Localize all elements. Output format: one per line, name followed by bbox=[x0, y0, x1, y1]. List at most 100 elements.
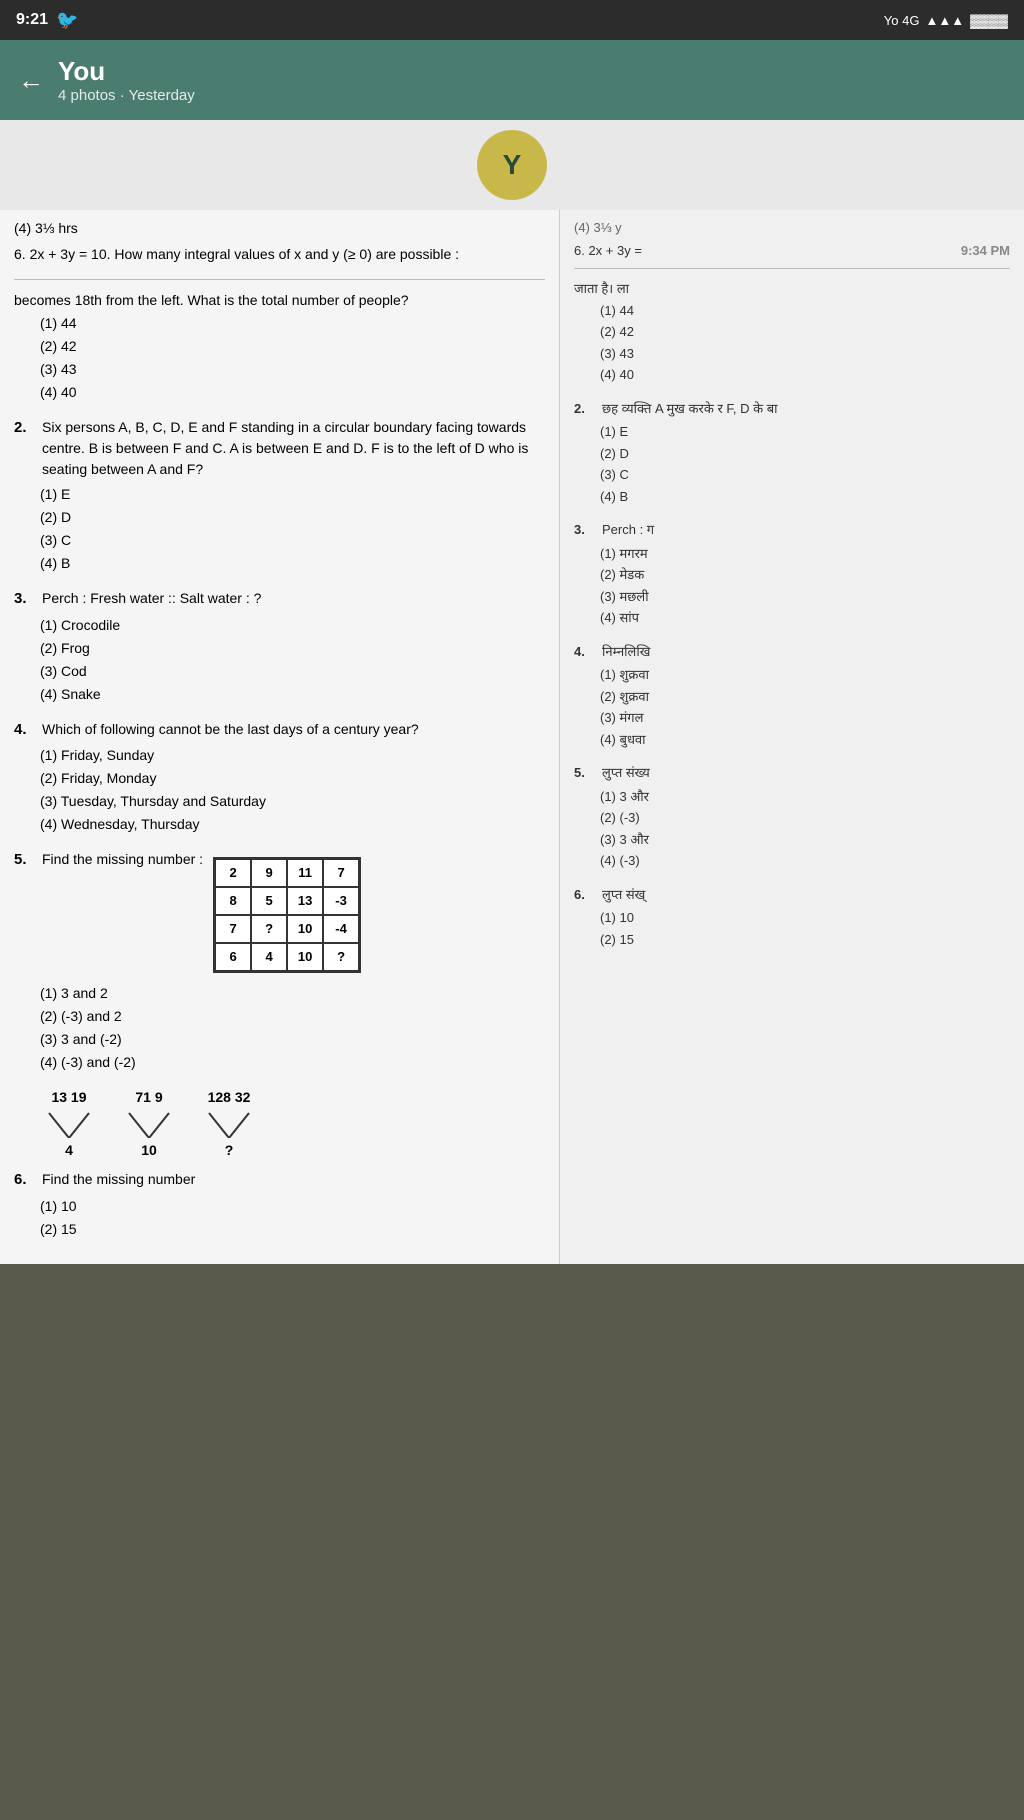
q6-right-row: 6. लुप्त संख् bbox=[574, 885, 1010, 905]
right-column: (4) 3⅓ y 6. 2x + 3y = 9:34 PM जाता है। ल… bbox=[560, 210, 1024, 1264]
avatar-row: Y bbox=[0, 120, 1024, 210]
grid-cell: 7 bbox=[323, 859, 359, 887]
q4-opt-3: (3) Tuesday, Thursday and Saturday bbox=[40, 791, 545, 812]
tree-branch bbox=[204, 1108, 254, 1138]
q5-r-opt-1: (1) 3 और bbox=[600, 787, 1010, 807]
q4-r-opt-3: (3) मंगल bbox=[600, 708, 1010, 728]
header-subtitle: 4 photos · Yesterday bbox=[58, 87, 195, 104]
q2-right-row: 2. छह व्यक्ति A मुख करके र F, D के बा bbox=[574, 399, 1010, 419]
q3-opt-1: (1) Crocodile bbox=[40, 615, 545, 636]
header-info: You 4 photos · Yesterday bbox=[58, 56, 195, 104]
q2-num: 2. bbox=[14, 417, 36, 480]
q5-r-opt-4: (4) (-3) bbox=[600, 851, 1010, 871]
q0-right: जाता है। ला (1) 44 (2) 42 (3) 43 (4) 40 bbox=[574, 279, 1010, 385]
answer-4-left: (4) 3⅓ hrs bbox=[14, 220, 78, 236]
q6-bottom-text: Find the missing number bbox=[42, 1169, 545, 1192]
q3-opt-2: (2) Frog bbox=[40, 638, 545, 659]
q3-opt-4: (4) Snake bbox=[40, 684, 545, 705]
question-0: becomes 18th from the left. What is the … bbox=[14, 290, 545, 403]
status-icons: Yo 4G ▲▲▲ ▓▓▓▓ bbox=[884, 13, 1008, 28]
main-content: (4) 3⅓ hrs 6. 2x + 3y = 10. How many int… bbox=[0, 210, 1024, 1264]
time-display: 9:21 bbox=[16, 11, 48, 29]
q4-right: 4. निम्नलिखि (1) शुक्रवा (2) शुक्रवा (3)… bbox=[574, 642, 1010, 750]
grid-cell: 6 bbox=[215, 943, 251, 971]
tree-branch bbox=[44, 1108, 94, 1138]
q6-bottom-num: 6. bbox=[14, 1169, 36, 1192]
question-3: 3. Perch : Fresh water :: Salt water : ?… bbox=[14, 588, 545, 705]
q3-r-opt-3: (3) मछली bbox=[600, 587, 1010, 607]
q2-right: 2. छह व्यक्ति A मुख करके र F, D के बा (1… bbox=[574, 399, 1010, 507]
q3-right-options: (1) मगरम (2) मेडक (3) मछली (4) सांप bbox=[600, 544, 1010, 628]
tree-base-number: 10 bbox=[141, 1140, 157, 1161]
q2-r-opt-3: (3) C bbox=[600, 465, 1010, 485]
grid-cell: 11 bbox=[287, 859, 323, 887]
q5-r-opt-2: (2) (-3) bbox=[600, 808, 1010, 828]
q5-opt-4: (4) (-3) and (-2) bbox=[40, 1052, 545, 1073]
q6-right: 6. लुप्त संख् (1) 10 (2) 15 bbox=[574, 885, 1010, 950]
grid-cell: ? bbox=[251, 915, 287, 943]
divider-1 bbox=[14, 279, 545, 280]
grid-cell: 10 bbox=[287, 943, 323, 971]
q2-opt-4: (4) B bbox=[40, 553, 545, 574]
q2-row: 2. Six persons A, B, C, D, E and F stand… bbox=[14, 417, 545, 480]
q4-num: 4. bbox=[14, 719, 36, 742]
q6-bottom-row: 6. Find the missing number bbox=[14, 1169, 545, 1192]
header-title: You bbox=[58, 56, 195, 87]
q3-r-opt-2: (2) मेडक bbox=[600, 565, 1010, 585]
grid-cell: 2 bbox=[215, 859, 251, 887]
q6-options: (1) 10 (2) 15 bbox=[40, 1196, 545, 1240]
q4-right-num: 4. bbox=[574, 642, 596, 662]
grid-cell: 4 bbox=[251, 943, 287, 971]
q2-text: Six persons A, B, C, D, E and F standing… bbox=[42, 417, 545, 480]
q0-options: (1) 44 (2) 42 (3) 43 (4) 40 bbox=[40, 313, 545, 403]
q4-right-row: 4. निम्नलिखि bbox=[574, 642, 1010, 662]
status-bar: 9:21 🐦 Yo 4G ▲▲▲ ▓▓▓▓ bbox=[0, 0, 1024, 40]
left-column: (4) 3⅓ hrs 6. 2x + 3y = 10. How many int… bbox=[0, 210, 560, 1264]
q2-opt-2: (2) D bbox=[40, 507, 545, 528]
q5-opt-2: (2) (-3) and 2 bbox=[40, 1006, 545, 1027]
header: ← You 4 photos · Yesterday bbox=[0, 40, 1024, 120]
q2-right-options: (1) E (2) D (3) C (4) B bbox=[600, 422, 1010, 506]
facebook-icon: 🐦 bbox=[56, 10, 78, 31]
tree-top-numbers: 13 19 bbox=[51, 1087, 86, 1108]
grid-cell: 7 bbox=[215, 915, 251, 943]
back-button[interactable]: ← bbox=[18, 65, 44, 96]
tree-base-number: 4 bbox=[65, 1140, 73, 1161]
q3-text: Perch : Fresh water :: Salt water : ? bbox=[42, 588, 545, 611]
q5-right-options: (1) 3 और (2) (-3) (3) 3 और (4) (-3) bbox=[600, 787, 1010, 871]
q4-options: (1) Friday, Sunday (2) Friday, Monday (3… bbox=[40, 745, 545, 835]
q2-options: (1) E (2) D (3) C (4) B bbox=[40, 484, 545, 574]
q6-row: 6. 2x + 3y = 10. How many integral value… bbox=[14, 244, 545, 265]
status-time-area: 9:21 🐦 bbox=[16, 10, 78, 31]
question-6-bottom: 13 19 471 9 10128 32 ? 6. Find the missi… bbox=[14, 1087, 545, 1240]
q0-r-opt-2: (2) 42 bbox=[600, 322, 1010, 342]
q6-right-text2: लुप्त संख् bbox=[602, 885, 645, 905]
q4-r-opt-2: (2) शुक्रवा bbox=[600, 687, 1010, 707]
q3-options: (1) Crocodile (2) Frog (3) Cod (4) Snake bbox=[40, 615, 545, 705]
q6-right-section: 6. 2x + 3y = 9:34 PM bbox=[574, 243, 1010, 258]
q3-r-opt-4: (4) सांप bbox=[600, 608, 1010, 628]
q5-right-num: 5. bbox=[574, 763, 596, 783]
grid-cell: -4 bbox=[323, 915, 359, 943]
q5-text: Find the missing number : bbox=[42, 849, 203, 872]
q6-right-options: (1) 10 (2) 15 bbox=[600, 908, 1010, 949]
q3-r-opt-1: (1) मगरम bbox=[600, 544, 1010, 564]
q3-right-row: 3. Perch : ग bbox=[574, 520, 1010, 540]
tree-branch bbox=[124, 1108, 174, 1138]
divider-right-1 bbox=[574, 268, 1010, 269]
q5-right-row: 5. लुप्त संख्य bbox=[574, 763, 1010, 783]
q5-num: 5. bbox=[14, 849, 36, 872]
tree-base-number: ? bbox=[225, 1140, 234, 1161]
question-6-top: 6. 2x + 3y = 10. How many integral value… bbox=[14, 244, 545, 265]
q0-right-options: (1) 44 (2) 42 (3) 43 (4) 40 bbox=[600, 301, 1010, 385]
question-2: 2. Six persons A, B, C, D, E and F stand… bbox=[14, 417, 545, 574]
grid-cell: 8 bbox=[215, 887, 251, 915]
q0-r-opt-3: (3) 43 bbox=[600, 344, 1010, 364]
grid-cell: 13 bbox=[287, 887, 323, 915]
q3-num: 3. bbox=[14, 588, 36, 611]
q0-opt-2: (2) 42 bbox=[40, 336, 545, 357]
q4-right-text: निम्नलिखि bbox=[602, 642, 650, 662]
q5-right: 5. लुप्त संख्य (1) 3 और (2) (-3) (3) 3 औ… bbox=[574, 763, 1010, 871]
q5-row: 5. Find the missing number : bbox=[14, 849, 203, 872]
tree-item: 71 9 10 bbox=[124, 1087, 174, 1161]
